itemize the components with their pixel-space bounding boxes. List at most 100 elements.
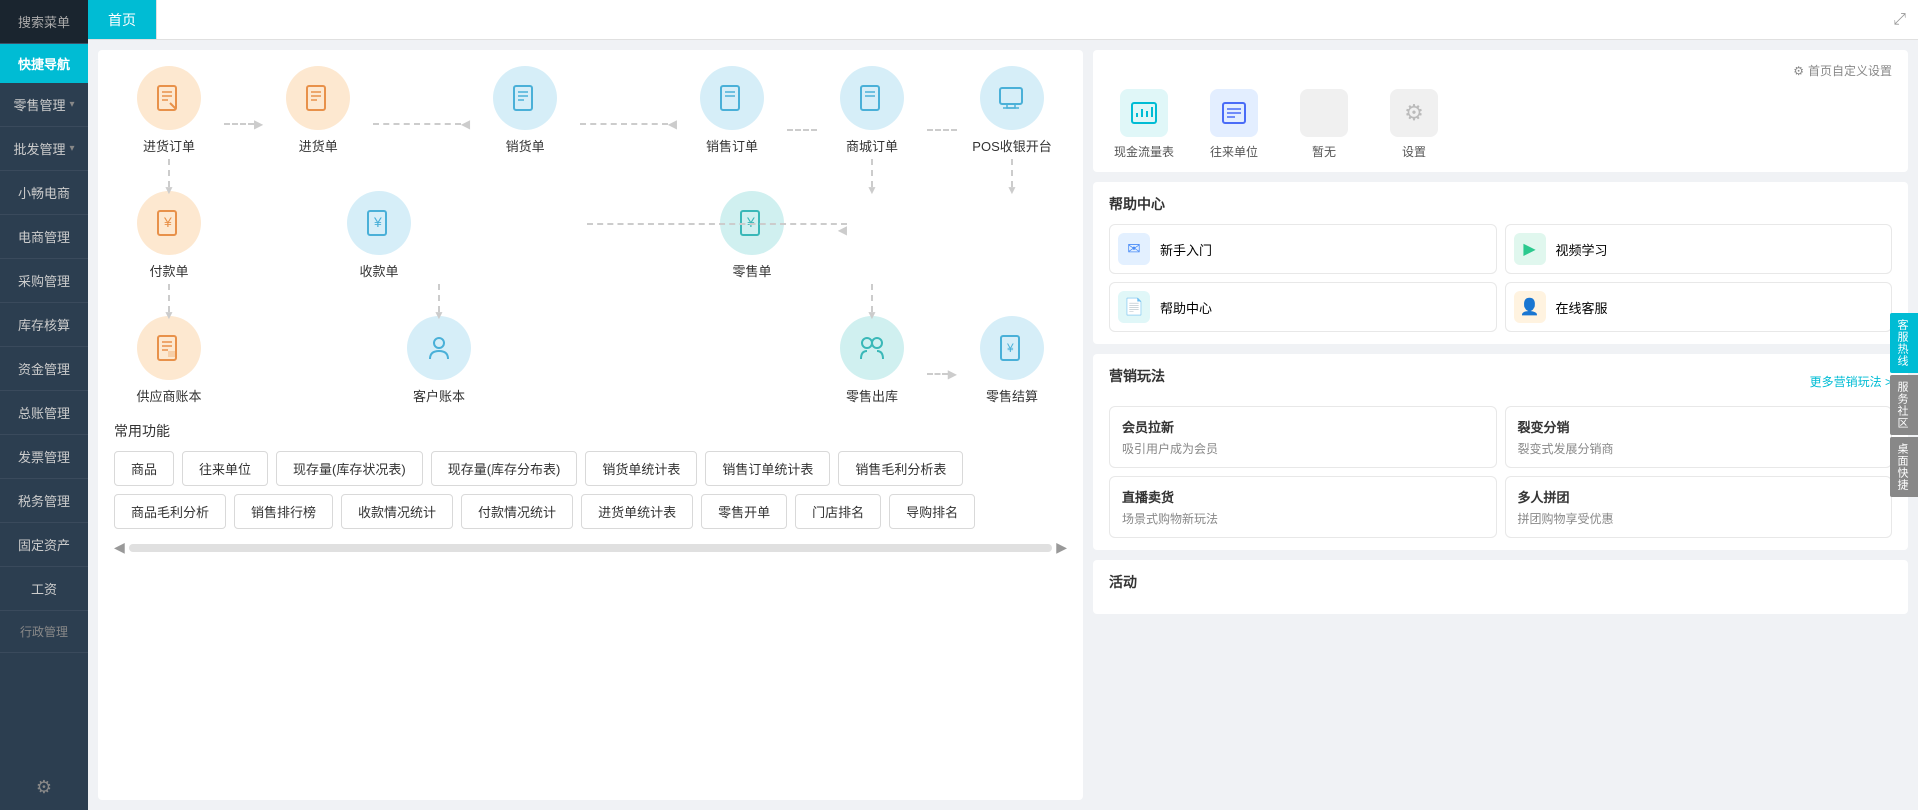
help-grid: ✉ 新手入门 ▶ 视频学习 📄 帮助中心 👤 在线客服 (1109, 224, 1892, 332)
settings-icon[interactable]: ⚙ (0, 765, 88, 810)
sidebar-item-more[interactable]: 行政管理 (0, 611, 88, 653)
svg-text:¥: ¥ (1006, 341, 1014, 355)
float-btn-hotline[interactable]: 客服热线 (1890, 313, 1918, 373)
more-marketing-link[interactable]: 更多营销玩法 > (1810, 373, 1892, 390)
tab-bar: 首页 ⤢ (88, 0, 1918, 40)
wf-node-pos[interactable]: POS收银开台 (957, 66, 1067, 155)
float-buttons: 客服热线 服务社区 桌面快捷 (1890, 313, 1918, 497)
quick-btn-product-profit[interactable]: 商品毛利分析 (114, 494, 226, 529)
quick-functions-title: 常用功能 (114, 421, 1067, 441)
wf-node-sales[interactable]: 销货单 (470, 66, 580, 155)
svg-text:¥: ¥ (163, 214, 172, 230)
quick-grid: 商品 往来单位 现存量(库存状况表) 现存量(库存分布表) 销货单统计表 销售订… (114, 451, 1067, 529)
wf-node-sales-order[interactable]: 销售订单 (677, 66, 787, 155)
wf-node-purchase[interactable]: 进货单 (263, 66, 373, 155)
help-item-video[interactable]: ▶ 视频学习 (1505, 224, 1893, 274)
gear-icon: ⚙ (1793, 64, 1804, 78)
quick-access-section: ⚙ 首页自定义设置 (1093, 50, 1908, 172)
sidebar-item-inventory[interactable]: 库存核算 (0, 303, 88, 347)
sidebar-item-payroll[interactable]: 工资 (0, 567, 88, 611)
sidebar-item-wholesale[interactable]: 批发管理 ▾ (0, 127, 88, 171)
svg-text:¥: ¥ (373, 214, 382, 230)
wf-node-purchase-order[interactable]: 进货订单 (114, 66, 224, 155)
sidebar: 搜索菜单 快捷导航 零售管理 ▾ 批发管理 ▾ 小畅电商 电商管理 采购管理 库… (0, 0, 88, 810)
quick-btn-product[interactable]: 商品 (114, 451, 174, 486)
wf-node-retail[interactable]: ◀ ¥ 零售单 (697, 191, 807, 280)
content-area: 进货订单 ▶ (88, 40, 1918, 810)
sidebar-item-ecom-mgmt[interactable]: 电商管理 (0, 215, 88, 259)
quick-btn-retail-order[interactable]: 零售开单 (701, 494, 787, 529)
sidebar-item-finance[interactable]: 资金管理 (0, 347, 88, 391)
marketing-card-fission[interactable]: 裂变分销 裂变式发展分销商 (1505, 406, 1893, 468)
payment-icon: ¥ (137, 191, 201, 255)
quick-btn-sales-profit[interactable]: 销售毛利分析表 (838, 451, 963, 486)
wf-node-retail-settlement[interactable]: ¥ 零售结算 (957, 316, 1067, 405)
chevron-down-icon: ▾ (69, 99, 74, 110)
video-icon: ▶ (1514, 233, 1546, 265)
quick-btn-payment-stat[interactable]: 付款情况统计 (461, 494, 573, 529)
qa-settings[interactable]: ⚙ 设置 (1379, 89, 1449, 160)
sidebar-item-invoice[interactable]: 发票管理 (0, 435, 88, 479)
float-btn-desktop[interactable]: 桌面快捷 (1890, 437, 1918, 497)
quick-btn-stock-status[interactable]: 现存量(库存状况表) (276, 451, 423, 486)
scrollbar-row: ◀ ▶ (114, 539, 1067, 556)
float-btn-community[interactable]: 服务社区 (1890, 375, 1918, 435)
retail-outbound-icon (840, 316, 904, 380)
marketing-card-member[interactable]: 会员拉新 吸引用户成为会员 (1109, 406, 1497, 468)
scroll-track[interactable] (129, 544, 1052, 552)
retail-settlement-icon: ¥ (980, 316, 1044, 380)
wf-node-receipt[interactable]: ¥ 收款单 (324, 191, 434, 280)
quick-btn-sales-stat[interactable]: 销货单统计表 (585, 451, 697, 486)
help-title: 帮助中心 (1109, 194, 1892, 214)
marketing-card-livestream[interactable]: 直播卖货 场景式购物新玩法 (1109, 476, 1497, 538)
quick-btn-stock-dist[interactable]: 现存量(库存分布表) (431, 451, 578, 486)
settings-label[interactable]: 首页自定义设置 (1808, 62, 1892, 79)
quick-btn-purchase-stat[interactable]: 进货单统计表 (581, 494, 693, 529)
sales-order-icon (700, 66, 764, 130)
sidebar-item-purchase[interactable]: 采购管理 (0, 259, 88, 303)
quick-btn-store-rank[interactable]: 门店排名 (795, 494, 881, 529)
help-item-beginner[interactable]: ✉ 新手入门 (1109, 224, 1497, 274)
cashflow-icon (1120, 89, 1168, 137)
beginner-icon: ✉ (1118, 233, 1150, 265)
empty-icon (1300, 89, 1348, 137)
wf-node-payment[interactable]: ¥ 付款单 (114, 191, 224, 280)
quick-btn-guide-rank[interactable]: 导购排名 (889, 494, 975, 529)
qa-header: ⚙ 首页自定义设置 (1109, 62, 1892, 79)
sidebar-item-retail[interactable]: 零售管理 ▾ (0, 83, 88, 127)
marketing-section: 营销玩法 更多营销玩法 > 会员拉新 吸引用户成为会员 裂变分销 裂变式发展分销… (1093, 354, 1908, 550)
wf-node-mall-order[interactable]: 商城订单 (817, 66, 927, 155)
scroll-left-btn[interactable]: ◀ (114, 539, 125, 556)
main-area: 首页 ⤢ (88, 0, 1918, 810)
sidebar-item-tax[interactable]: 税务管理 (0, 479, 88, 523)
wf-node-supplier-ledger[interactable]: 供应商账本 (114, 316, 224, 405)
sidebar-item-ledger[interactable]: 总账管理 (0, 391, 88, 435)
sidebar-search[interactable]: 搜索菜单 (0, 0, 88, 44)
quick-functions: 常用功能 商品 往来单位 现存量(库存状况表) 现存量(库存分布表) 销货单统计… (114, 421, 1067, 556)
help-item-help-center[interactable]: 📄 帮助中心 (1109, 282, 1497, 332)
sales-icon (493, 66, 557, 130)
expand-icon[interactable]: ⤢ (1881, 11, 1918, 29)
help-item-online-support[interactable]: 👤 在线客服 (1505, 282, 1893, 332)
left-panel: 进货订单 ▶ (98, 50, 1083, 800)
quick-btn-sales-rank[interactable]: 销售排行榜 (234, 494, 333, 529)
chevron-down-icon: ▾ (69, 143, 74, 154)
online-support-icon: 👤 (1514, 291, 1546, 323)
settings-icon-box: ⚙ (1390, 89, 1438, 137)
tab-home[interactable]: 首页 (88, 0, 157, 39)
scroll-right-btn[interactable]: ▶ (1056, 539, 1067, 556)
sidebar-item-assets[interactable]: 固定资产 (0, 523, 88, 567)
qa-contacts[interactable]: 往来单位 (1199, 89, 1269, 160)
marketing-card-group-buy[interactable]: 多人拼团 拼团购物享受优惠 (1505, 476, 1893, 538)
quick-btn-sales-order-stat[interactable]: 销售订单统计表 (705, 451, 830, 486)
quick-btn-contacts[interactable]: 往来单位 (182, 451, 268, 486)
workflow-section: 进货订单 ▶ (114, 66, 1067, 405)
purchase-icon (286, 66, 350, 130)
sidebar-item-ecom-small[interactable]: 小畅电商 (0, 171, 88, 215)
quick-btn-receipt-stat[interactable]: 收款情况统计 (341, 494, 453, 529)
wf-node-customer-ledger[interactable]: 客户账本 (384, 316, 494, 405)
wf-node-retail-outbound[interactable]: 零售出库 (817, 316, 927, 405)
qa-cashflow[interactable]: 现金流量表 (1109, 89, 1179, 160)
sidebar-nav-label: 快捷导航 (0, 44, 88, 83)
customer-ledger-icon (407, 316, 471, 380)
